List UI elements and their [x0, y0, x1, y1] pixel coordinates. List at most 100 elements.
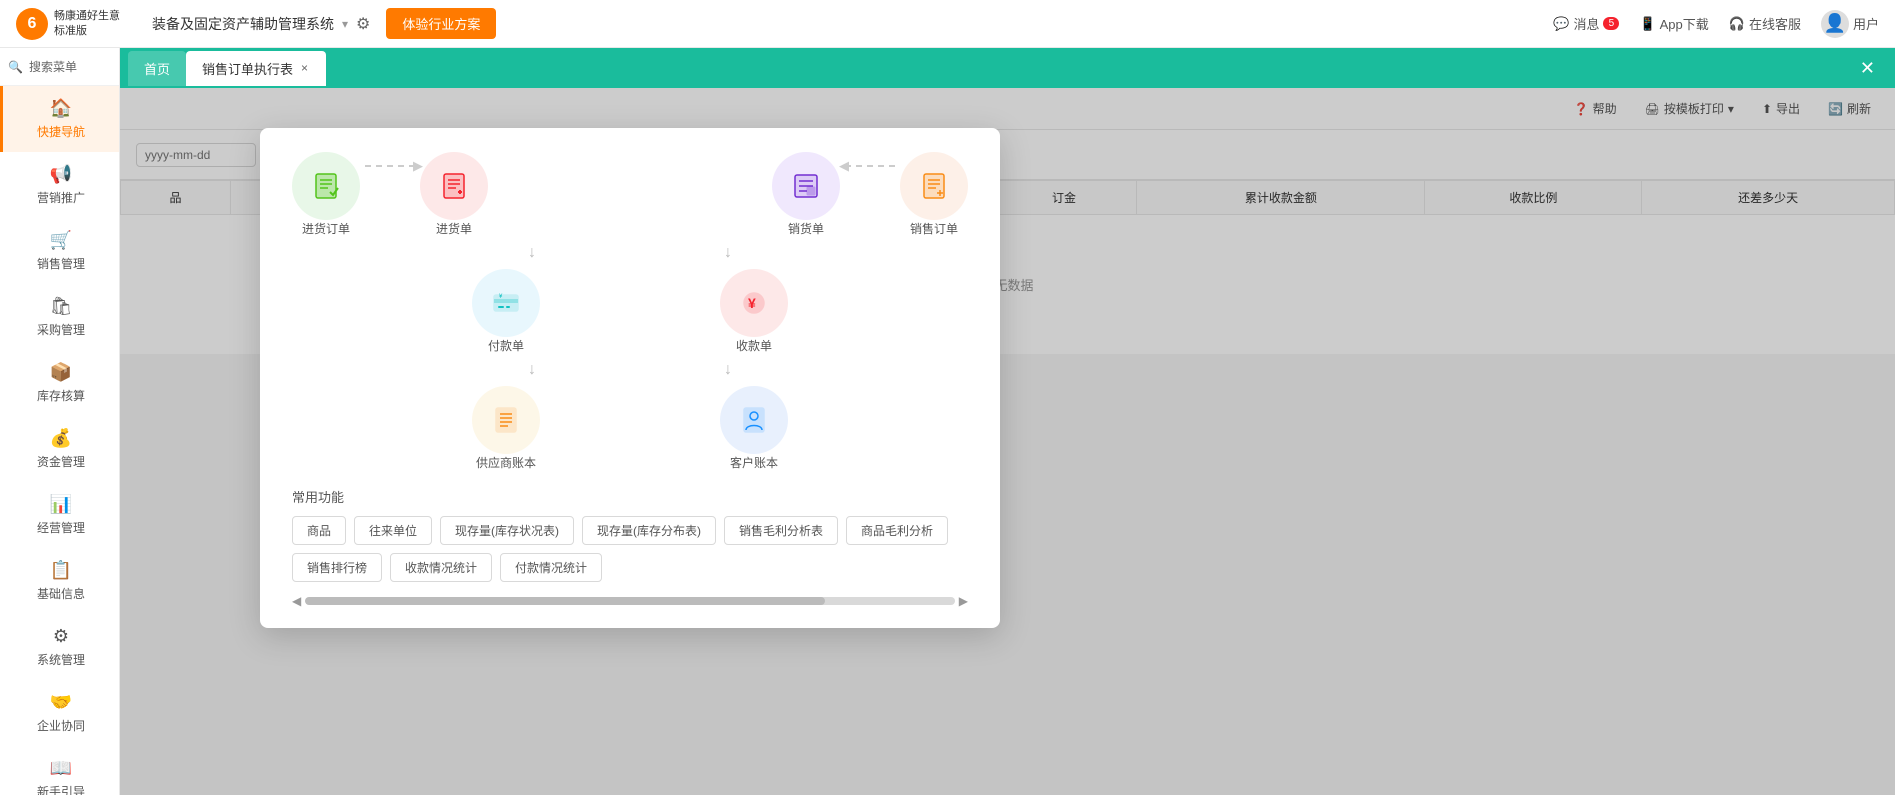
func-btn-inventory-status[interactable]: 现存量(库存状况表)	[440, 516, 574, 545]
tab-close-icon[interactable]: ×	[299, 61, 310, 75]
sales-receipt-circle[interactable]	[772, 152, 840, 220]
sidebar-item-quick-nav[interactable]: 🏠 快捷导航	[0, 86, 119, 152]
sidebar-item-system[interactable]: ⚙ 系统管理	[0, 614, 119, 680]
marketing-icon: 📢	[50, 164, 72, 185]
online-service-label: 在线客服	[1749, 14, 1801, 33]
sidebar-item-label-marketing: 营销推广	[37, 189, 85, 206]
enterprise-icon: 🤝	[50, 692, 72, 713]
flow-node-payment: ¥ 付款单	[472, 269, 540, 354]
logo-text: 畅康通好生意标准版	[54, 9, 120, 38]
purchase-receipt-label: 进货单	[436, 220, 472, 237]
func-btn-counterparty[interactable]: 往来单位	[354, 516, 432, 545]
func-btn-product-margin[interactable]: 商品毛利分析	[846, 516, 948, 545]
user-name: 用户	[1853, 14, 1879, 33]
sidebar-item-inventory[interactable]: 📦 库存核算	[0, 350, 119, 416]
customer-ledger-circle[interactable]	[720, 386, 788, 454]
collection-down-arrow: ↓	[724, 358, 732, 382]
sidebar-item-label-newbie: 新手引导	[37, 783, 85, 795]
message-button[interactable]: 💬 消息 5	[1553, 14, 1619, 33]
scroll-right-icon[interactable]: ▶	[959, 594, 968, 608]
sidebar-item-label-purchase: 采购管理	[37, 321, 85, 338]
newbie-icon: 📖	[50, 758, 72, 779]
scroll-bar[interactable]	[305, 597, 955, 605]
flow-row-3: 供应商账本	[292, 386, 968, 471]
scroll-bar-area: ◀ ▶	[292, 594, 968, 608]
message-icon: 💬	[1553, 16, 1569, 32]
sidebar-item-marketing[interactable]: 📢 营销推广	[0, 152, 119, 218]
dropdown-arrow-icon[interactable]: ▾	[342, 17, 348, 31]
sidebar-item-label-basic: 基础信息	[37, 585, 85, 602]
sidebar-item-basic[interactable]: 📋 基础信息	[0, 548, 119, 614]
purchase-receipt-circle[interactable]	[420, 152, 488, 220]
flow-row-2: ¥ 付款单 ¥	[292, 269, 968, 354]
supplier-ledger-circle[interactable]	[472, 386, 540, 454]
top-header: 6 畅康通好生意标准版 装备及固定资产辅助管理系统 ▾ ⚙ 体验行业方案 💬 消…	[0, 0, 1895, 48]
func-btn-receipt-stats[interactable]: 收款情况统计	[390, 553, 492, 582]
flow-node-collection: ¥ 收款单	[720, 269, 788, 354]
sidebar-search[interactable]: 🔍 搜索菜单	[0, 48, 119, 86]
sidebar-item-label-system: 系统管理	[37, 651, 85, 668]
collection-label: 收款单	[736, 337, 772, 354]
sidebar-search-label: 搜索菜单	[29, 58, 77, 75]
main-layout: 🔍 搜索菜单 🏠 快捷导航 📢 营销推广 🛒 销售管理 🛍 采购管理 📦 库存核…	[0, 48, 1895, 795]
user-menu[interactable]: 👤 用户	[1821, 10, 1879, 38]
scroll-left-icon[interactable]: ◀	[292, 594, 301, 608]
flow-diagram: 进货订单 ▶	[292, 152, 968, 471]
purchase-order-circle[interactable]	[292, 152, 360, 220]
tab-sales-order[interactable]: 销售订单执行表 ×	[186, 51, 326, 86]
flow-row-1: 进货订单 ▶	[292, 152, 968, 237]
func-btn-sales-margin[interactable]: 销售毛利分析表	[724, 516, 838, 545]
payment-label: 付款单	[488, 337, 524, 354]
sidebar-item-label-sales: 销售管理	[37, 255, 85, 272]
sales-icon: 🛒	[50, 230, 72, 251]
sidebar: 🔍 搜索菜单 🏠 快捷导航 📢 营销推广 🛒 销售管理 🛍 采购管理 📦 库存核…	[0, 48, 120, 795]
purchase-receipt-down-arrow: ↓	[528, 241, 536, 265]
app-download-icon: 📱	[1639, 16, 1655, 32]
sidebar-item-label-inventory: 库存核算	[37, 387, 85, 404]
app-download-label: App下载	[1660, 14, 1709, 33]
func-btn-sales-ranking[interactable]: 销售排行榜	[292, 553, 382, 582]
sidebar-item-label-finance: 资金管理	[37, 453, 85, 470]
svg-text:¥: ¥	[748, 295, 756, 311]
payment-down-arrow: ↓	[528, 358, 536, 382]
online-service-button[interactable]: 🎧 在线客服	[1729, 14, 1801, 33]
func-btn-payment-stats[interactable]: 付款情况统计	[500, 553, 602, 582]
sidebar-item-label-enterprise: 企业协同	[37, 717, 85, 734]
customer-ledger-label: 客户账本	[730, 454, 778, 471]
sidebar-item-newbie[interactable]: 📖 新手引导	[0, 746, 119, 795]
header-right: 💬 消息 5 📱 App下载 🎧 在线客服 👤 用户	[1553, 10, 1879, 38]
window-close-icon[interactable]: ✕	[1848, 58, 1887, 79]
experience-button[interactable]: 体验行业方案	[386, 8, 496, 39]
purchase-icon: 🛍	[50, 296, 73, 317]
scroll-bar-thumb	[305, 597, 825, 605]
gear-icon[interactable]: ⚙	[356, 14, 370, 34]
func-btn-inventory-distribution[interactable]: 现存量(库存分布表)	[582, 516, 716, 545]
page-content: ❓ 帮助 🖨 按模板打印 ▾ ⬆ 导出 🔄 刷新	[120, 88, 1895, 795]
func-btn-product[interactable]: 商品	[292, 516, 346, 545]
logo-area: 6 畅康通好生意标准版	[16, 8, 136, 40]
sidebar-item-label-operations: 经营管理	[37, 519, 85, 536]
tab-home-label: 首页	[144, 59, 170, 78]
collection-circle[interactable]: ¥	[720, 269, 788, 337]
sidebar-item-enterprise[interactable]: 🤝 企业协同	[0, 680, 119, 746]
func-buttons-row2: 销售排行榜 收款情况统计 付款情况统计	[292, 553, 968, 582]
sidebar-item-operations[interactable]: 📊 经营管理	[0, 482, 119, 548]
sidebar-item-label-quick-nav: 快捷导航	[37, 123, 85, 140]
app-download-button[interactable]: 📱 App下载	[1639, 14, 1708, 33]
sales-receipt-label: 销货单	[788, 220, 824, 237]
tab-bar: 首页 销售订单执行表 × ✕	[120, 48, 1895, 88]
search-icon: 🔍	[8, 60, 23, 74]
headset-icon: 🎧	[1729, 16, 1745, 32]
sidebar-item-finance[interactable]: 💰 资金管理	[0, 416, 119, 482]
tab-sales-order-label: 销售订单执行表	[202, 59, 293, 78]
system-title-area: 装备及固定资产辅助管理系统 ▾ ⚙ 体验行业方案	[152, 8, 1553, 39]
content-area: 首页 销售订单执行表 × ✕ ❓ 帮助 🖨 按模板打印 ▾	[120, 48, 1895, 795]
flow-node-sales-receipt: 销货单	[772, 152, 840, 237]
sales-order-circle[interactable]	[900, 152, 968, 220]
sidebar-item-purchase[interactable]: 🛍 采购管理	[0, 284, 119, 350]
common-functions: 常用功能 商品 往来单位 现存量(库存状况表) 现存量(库存分布表) 销售毛利分…	[292, 487, 968, 582]
flow-popup: 进货订单 ▶	[260, 128, 1000, 628]
payment-circle[interactable]: ¥	[472, 269, 540, 337]
sidebar-item-sales[interactable]: 🛒 销售管理	[0, 218, 119, 284]
tab-home[interactable]: 首页	[128, 51, 186, 86]
